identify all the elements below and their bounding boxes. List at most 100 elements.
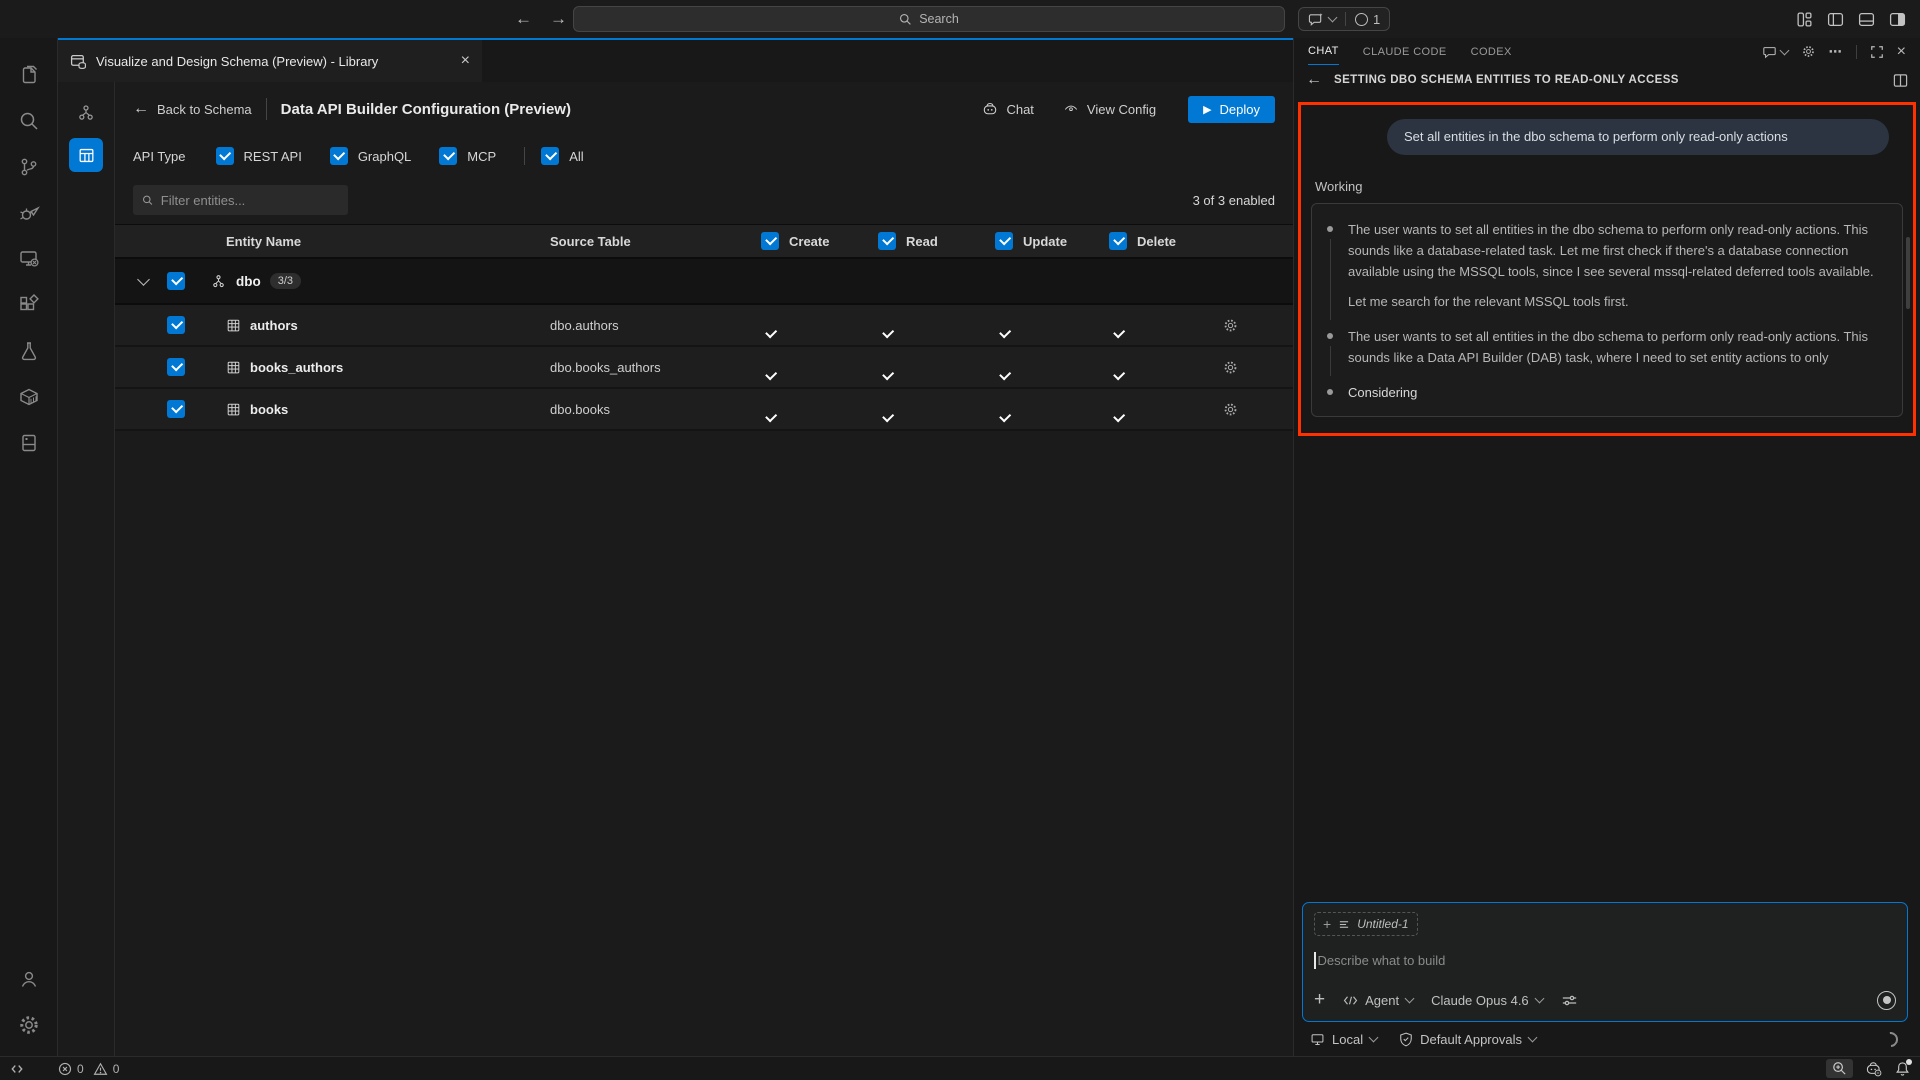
annotation-highlight-region: Set all entities in the dbo schema to pe…	[1298, 102, 1916, 436]
session-count-badge[interactable]: 1	[1346, 8, 1389, 30]
tab-codex[interactable]: CODEX	[1471, 38, 1512, 65]
filter-entities-box[interactable]	[133, 185, 348, 215]
error-icon	[58, 1062, 72, 1076]
close-icon[interactable]: ×	[1897, 43, 1906, 61]
source-table: dbo.books	[550, 402, 761, 417]
deploy-button[interactable]: ▶ Deploy	[1188, 96, 1275, 123]
chevron-down-icon[interactable]	[137, 273, 150, 286]
chat-text-input[interactable]: Describe what to build	[1314, 949, 1896, 971]
attach-icon[interactable]: +	[1314, 989, 1325, 1011]
notifications-bell[interactable]	[1895, 1061, 1910, 1077]
checkbox-mcp[interactable]	[439, 147, 457, 165]
chevron-down-icon	[1405, 994, 1415, 1004]
search-icon[interactable]	[7, 98, 51, 144]
entities-table: Entity Name Source Table Create Read Upd…	[115, 224, 1293, 431]
schema-name: dbo	[236, 274, 261, 289]
close-icon[interactable]: ×	[461, 53, 470, 69]
voice-record-button[interactable]	[1877, 991, 1896, 1010]
problems-indicator[interactable]: 0 0	[58, 1062, 119, 1076]
context-chip[interactable]: + Untitled-1	[1314, 912, 1418, 936]
entity-row-books-authors[interactable]: books_authors dbo.books_authors	[115, 347, 1293, 389]
checkbox-update-all[interactable]	[995, 232, 1013, 250]
dab-config-webview: ← Back to Schema Data API Builder Config…	[58, 82, 1293, 1056]
toggle-secondary-sidebar-icon[interactable]	[1889, 11, 1906, 28]
config-table-view-button[interactable]	[69, 138, 103, 172]
toggle-primary-sidebar-icon[interactable]	[1827, 11, 1844, 28]
checkbox-delete-all[interactable]	[1109, 232, 1127, 250]
api-type-row: API Type REST API GraphQL MCP All	[115, 136, 1293, 176]
environment-selector[interactable]: Local	[1310, 1032, 1377, 1047]
checkbox-entity[interactable]	[167, 358, 185, 376]
arrow-left-icon[interactable]: ←	[1306, 71, 1322, 89]
progress-ring-icon	[1355, 13, 1368, 26]
row-settings-gear-icon[interactable]	[1222, 317, 1239, 334]
command-search-box[interactable]: Search	[573, 6, 1285, 32]
mode-selector[interactable]: Agent	[1343, 993, 1413, 1008]
checkbox-entity[interactable]	[167, 400, 185, 418]
zoom-indicator[interactable]	[1826, 1059, 1853, 1078]
copilot-status-icon[interactable]	[1865, 1061, 1883, 1077]
input-placeholder: Describe what to build	[1318, 953, 1446, 968]
arrow-left-icon: ←	[133, 100, 149, 118]
view-config-button[interactable]: View Config	[1062, 102, 1156, 117]
database-project-icon[interactable]	[7, 420, 51, 466]
checkbox-graphql[interactable]	[330, 147, 348, 165]
tab-claude-code[interactable]: CLAUDE CODE	[1363, 38, 1447, 65]
schema-view-button[interactable]	[69, 96, 103, 130]
customize-layout-icon[interactable]	[1796, 11, 1813, 28]
enabled-summary: 3 of 3 enabled	[1193, 193, 1275, 208]
back-to-schema-button[interactable]: ← Back to Schema	[133, 100, 252, 118]
account-icon[interactable]	[7, 956, 51, 1002]
model-settings-sliders-icon[interactable]	[1561, 993, 1578, 1008]
all-option[interactable]: All	[541, 147, 583, 165]
scrollbar[interactable]	[1906, 237, 1910, 309]
chat-footer: Local Default Approvals	[1302, 1022, 1908, 1056]
checkbox-schema-dbo[interactable]	[167, 272, 185, 290]
chat-input-box[interactable]: + Untitled-1 Describe what to build +	[1302, 902, 1908, 1022]
explorer-icon[interactable]	[7, 52, 51, 98]
nav-back-icon[interactable]: ←	[515, 9, 532, 29]
nav-forward-icon[interactable]: →	[550, 9, 567, 29]
rest-api-option[interactable]: REST API	[216, 147, 302, 165]
chat-session-menu[interactable]	[1762, 45, 1788, 59]
mcp-option[interactable]: MCP	[439, 147, 496, 165]
graphql-option[interactable]: GraphQL	[330, 147, 411, 165]
checkbox-read-all[interactable]	[878, 232, 896, 250]
copilot-chat-menu[interactable]	[1299, 8, 1345, 30]
checkbox-rest-api[interactable]	[216, 147, 234, 165]
comment-icon	[1762, 45, 1777, 59]
schema-group-row[interactable]: dbo 3/3	[115, 259, 1293, 305]
remote-indicator[interactable]	[10, 1063, 24, 1075]
chat-button[interactable]: Chat	[981, 101, 1033, 118]
maximize-icon[interactable]	[1870, 45, 1884, 59]
settings-gear-icon[interactable]	[1801, 44, 1816, 59]
tab-visualize-schema[interactable]: Visualize and Design Schema (Preview) - …	[58, 40, 482, 82]
checkbox-create-all[interactable]	[761, 232, 779, 250]
approvals-selector[interactable]: Default Approvals	[1399, 1032, 1536, 1047]
chat-panel: CHAT CLAUDE CODE CODEX ⋯ × ← SETTING DBO…	[1293, 38, 1920, 1056]
more-actions-icon[interactable]: ⋯	[1829, 44, 1843, 60]
source-control-icon[interactable]	[7, 144, 51, 190]
titlebar-badges: 1	[1298, 7, 1390, 31]
extensions-icon[interactable]	[7, 282, 51, 328]
entity-row-authors[interactable]: authors dbo.authors	[115, 305, 1293, 347]
col-source-table: Source Table	[550, 234, 761, 249]
row-settings-gear-icon[interactable]	[1222, 401, 1239, 418]
remote-explorer-icon[interactable]	[7, 236, 51, 282]
user-message-bubble: Set all entities in the dbo schema to pe…	[1387, 119, 1889, 155]
warning-count: 0	[113, 1062, 120, 1076]
tab-chat[interactable]: CHAT	[1308, 38, 1339, 65]
filter-entities-input[interactable]	[161, 193, 339, 208]
containers-icon[interactable]	[7, 374, 51, 420]
checkbox-entity[interactable]	[167, 316, 185, 334]
toggle-panel-icon[interactable]	[1858, 11, 1875, 28]
row-settings-gear-icon[interactable]	[1222, 359, 1239, 376]
checkbox-all[interactable]	[541, 147, 559, 165]
model-selector[interactable]: Claude Opus 4.6	[1431, 993, 1543, 1008]
entity-row-books[interactable]: books dbo.books	[115, 389, 1293, 431]
settings-gear-icon[interactable]	[7, 1002, 51, 1048]
testing-icon[interactable]	[7, 328, 51, 374]
open-in-editor-icon[interactable]	[1893, 73, 1908, 88]
add-context-icon[interactable]: +	[1323, 916, 1331, 932]
run-debug-icon[interactable]	[7, 190, 51, 236]
